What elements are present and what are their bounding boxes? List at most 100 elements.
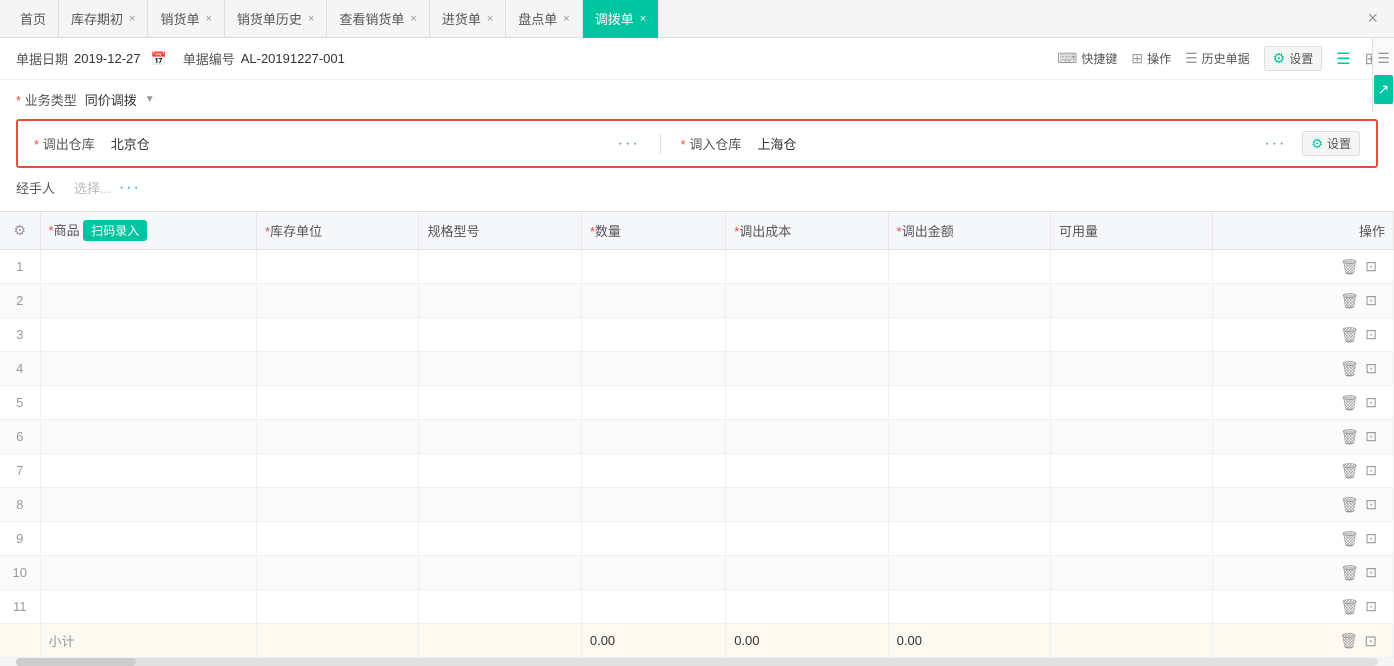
tab-inventory-count[interactable]: 盘点单 ×	[506, 0, 582, 38]
tab-inventory-init[interactable]: 库存期初 ×	[59, 0, 148, 38]
copy-row-button[interactable]: ⊡	[1365, 292, 1377, 309]
close-tab-purchase-order[interactable]: ×	[487, 13, 493, 25]
row-unit[interactable]	[257, 352, 419, 386]
delete-row-button[interactable]: 🗑	[1340, 496, 1359, 514]
close-tab-inventory-init[interactable]: ×	[129, 13, 135, 25]
warehouse-out-more-button[interactable]: ···	[618, 135, 640, 153]
row-product[interactable]	[40, 352, 257, 386]
scan-button[interactable]: 扫码录入	[83, 220, 147, 241]
row-unit[interactable]	[257, 522, 419, 556]
row-transfer-cost[interactable]	[726, 454, 888, 488]
scroll-thumb[interactable]	[16, 658, 136, 666]
row-spec[interactable]	[419, 488, 581, 522]
row-spec[interactable]	[419, 522, 581, 556]
row-transfer-amount[interactable]	[888, 386, 1050, 420]
row-unit[interactable]	[257, 318, 419, 352]
delete-row-button[interactable]: 🗑	[1340, 292, 1359, 310]
copy-row-button[interactable]: ⊡	[1365, 394, 1377, 411]
row-spec[interactable]	[419, 318, 581, 352]
row-qty[interactable]	[581, 318, 725, 352]
copy-row-button[interactable]: ⊡	[1365, 428, 1377, 445]
delete-row-button[interactable]: 🗑	[1340, 564, 1359, 582]
row-unit[interactable]	[257, 590, 419, 624]
tab-transfer-order[interactable]: 调拨单 ×	[583, 0, 659, 38]
row-unit[interactable]	[257, 488, 419, 522]
close-window-button[interactable]: ×	[1359, 8, 1386, 29]
row-transfer-cost[interactable]	[726, 420, 888, 454]
row-product[interactable]	[40, 454, 257, 488]
calendar-icon[interactable]: 📅	[151, 51, 167, 67]
row-transfer-amount[interactable]	[888, 284, 1050, 318]
copy-row-button[interactable]: ⊡	[1365, 530, 1377, 547]
row-transfer-cost[interactable]	[726, 556, 888, 590]
row-transfer-amount[interactable]	[888, 352, 1050, 386]
history-button[interactable]: ☰ 历史单据	[1185, 50, 1250, 67]
delete-row-button[interactable]: 🗑	[1340, 258, 1359, 276]
row-product[interactable]	[40, 590, 257, 624]
row-product[interactable]	[40, 522, 257, 556]
row-product[interactable]	[40, 386, 257, 420]
row-product[interactable]	[40, 556, 257, 590]
copy-row-button[interactable]: ⊡	[1365, 326, 1377, 343]
row-product[interactable]	[40, 284, 257, 318]
close-tab-inventory-count[interactable]: ×	[563, 13, 569, 25]
row-qty[interactable]	[581, 522, 725, 556]
row-qty[interactable]	[581, 488, 725, 522]
row-qty[interactable]	[581, 250, 725, 284]
row-unit[interactable]	[257, 386, 419, 420]
delete-row-button[interactable]: 🗑	[1340, 326, 1359, 344]
delete-row-button[interactable]: 🗑	[1340, 360, 1359, 378]
tab-purchase-order[interactable]: 进货单 ×	[430, 0, 506, 38]
handler-more-button[interactable]: ···	[119, 179, 141, 197]
copy-row-button[interactable]: ⊡	[1365, 496, 1377, 513]
row-transfer-amount[interactable]	[888, 420, 1050, 454]
subtotal-delete-button[interactable]: 🗑	[1339, 632, 1358, 650]
row-qty[interactable]	[581, 590, 725, 624]
row-transfer-cost[interactable]	[726, 522, 888, 556]
copy-row-button[interactable]: ⊡	[1365, 258, 1377, 275]
tab-home[interactable]: 首页	[8, 0, 59, 38]
row-spec[interactable]	[419, 352, 581, 386]
row-transfer-amount[interactable]	[888, 250, 1050, 284]
row-qty[interactable]	[581, 352, 725, 386]
row-transfer-cost[interactable]	[726, 284, 888, 318]
row-transfer-cost[interactable]	[726, 386, 888, 420]
delete-row-button[interactable]: 🗑	[1340, 598, 1359, 616]
row-spec[interactable]	[419, 386, 581, 420]
row-unit[interactable]	[257, 556, 419, 590]
close-tab-sales-history[interactable]: ×	[308, 13, 314, 25]
subtotal-copy-button[interactable]: ⊡	[1364, 632, 1377, 650]
row-qty[interactable]	[581, 454, 725, 488]
row-unit[interactable]	[257, 250, 419, 284]
close-tab-transfer-order[interactable]: ×	[640, 13, 646, 25]
row-unit[interactable]	[257, 454, 419, 488]
row-transfer-amount[interactable]	[888, 556, 1050, 590]
side-link-icon[interactable]: ↗	[1374, 75, 1394, 104]
row-transfer-cost[interactable]	[726, 250, 888, 284]
business-type-select[interactable]: 同价调拨 ▼	[85, 90, 285, 109]
copy-row-button[interactable]: ⊡	[1365, 564, 1377, 581]
row-product[interactable]	[40, 420, 257, 454]
operation-button[interactable]: ⊞ 操作	[1131, 50, 1171, 67]
row-transfer-amount[interactable]	[888, 590, 1050, 624]
layout-list-button[interactable]: ☰	[1336, 49, 1350, 69]
row-unit[interactable]	[257, 284, 419, 318]
tab-view-sales[interactable]: 查看销货单 ×	[327, 0, 429, 38]
delete-row-button[interactable]: 🗑	[1340, 462, 1359, 480]
table-gear-icon[interactable]: ⚙	[13, 222, 26, 238]
row-spec[interactable]	[419, 590, 581, 624]
row-qty[interactable]	[581, 284, 725, 318]
copy-row-button[interactable]: ⊡	[1365, 462, 1377, 479]
row-transfer-amount[interactable]	[888, 454, 1050, 488]
copy-row-button[interactable]: ⊡	[1365, 598, 1377, 615]
close-tab-sales-order[interactable]: ×	[205, 13, 211, 25]
warehouse-settings-button[interactable]: ⚙ 设置	[1302, 131, 1360, 156]
row-spec[interactable]	[419, 250, 581, 284]
row-qty[interactable]	[581, 420, 725, 454]
row-transfer-cost[interactable]	[726, 352, 888, 386]
row-transfer-amount[interactable]	[888, 522, 1050, 556]
delete-row-button[interactable]: 🗑	[1340, 394, 1359, 412]
row-unit[interactable]	[257, 420, 419, 454]
row-transfer-amount[interactable]	[888, 488, 1050, 522]
row-product[interactable]	[40, 488, 257, 522]
